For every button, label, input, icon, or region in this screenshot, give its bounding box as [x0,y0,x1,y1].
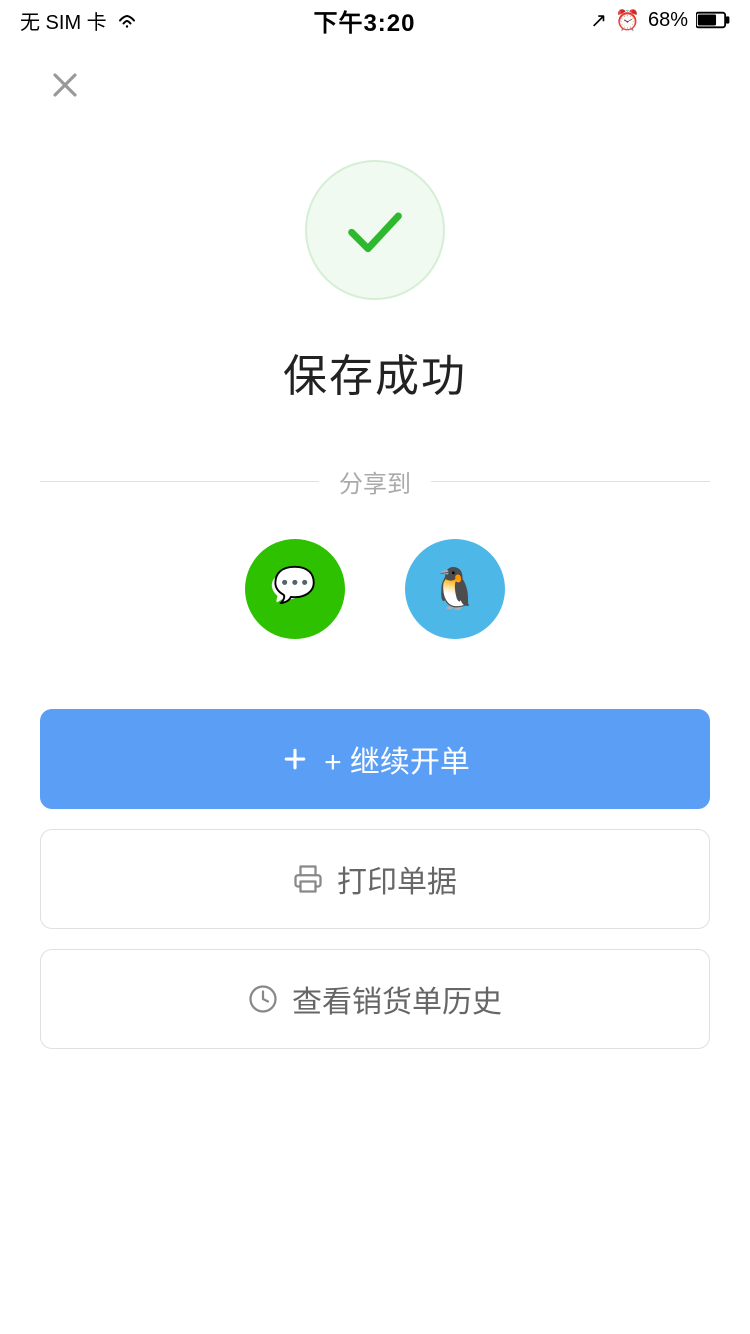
success-title: 保存成功 [283,340,467,404]
continue-button[interactable]: + 继续开单 [40,709,710,809]
printer-icon [293,864,323,894]
battery-icon [696,11,730,29]
share-divider: 分享到 [40,464,710,499]
close-button[interactable] [40,60,90,110]
divider-left [40,481,319,482]
continue-label: + 继续开单 [324,737,470,781]
alarm-icon: ⏰ [615,8,640,33]
share-label: 分享到 [339,464,411,499]
main-content: 保存成功 分享到 [0,110,750,1334]
print-button[interactable]: 打印单据 [40,829,710,929]
wifi-icon [115,8,139,32]
svg-text:🐧: 🐧 [430,566,481,612]
battery-text: 68% [648,9,688,32]
history-icon [248,984,278,1014]
history-button[interactable]: 查看销货单历史 [40,949,710,1049]
status-left: 无 SIM 卡 [20,6,139,35]
location-icon: ↗ [590,8,607,33]
history-label: 查看销货单历史 [292,977,502,1021]
status-time: 下午3:20 [313,3,415,38]
no-sim-text: 无 SIM 卡 [20,6,107,35]
qq-icon: 🐧 [426,560,484,618]
close-icon [50,70,80,100]
wechat-icon: 💬 [266,560,324,618]
print-label: 打印单据 [337,857,457,901]
action-buttons: + 继续开单 打印单据 查看销货单历史 [40,709,710,1049]
checkmark-icon [340,195,410,265]
success-circle [305,160,445,300]
qq-share-button[interactable]: 🐧 [405,539,505,639]
status-right: ↗ ⏰ 68% [590,8,730,33]
status-bar: 无 SIM 卡 下午3:20 ↗ ⏰ 68% [0,0,750,40]
divider-right [431,481,710,482]
svg-text:💬: 💬 [273,565,316,605]
share-row: 💬 🐧 [245,539,505,639]
wechat-share-button[interactable]: 💬 [245,539,345,639]
plus-icon [280,744,310,774]
